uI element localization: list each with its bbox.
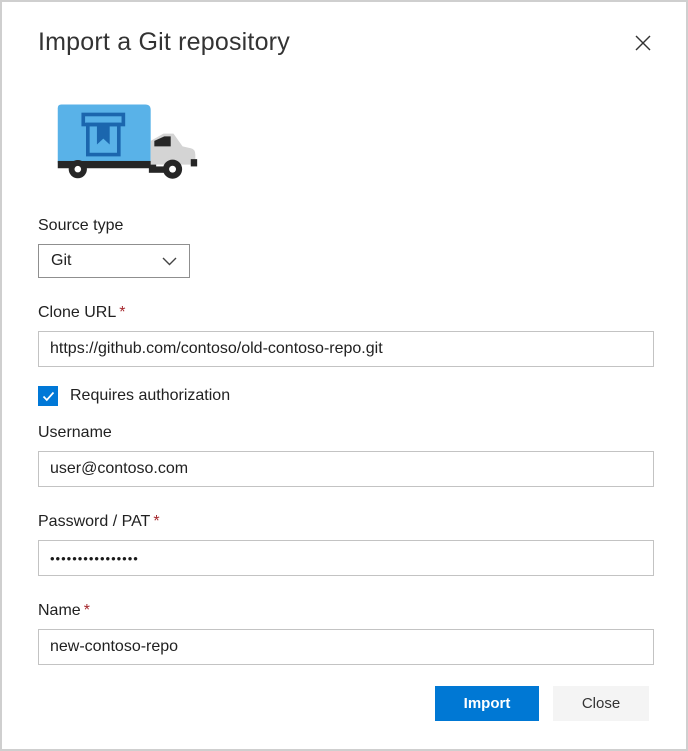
close-button[interactable]: Close xyxy=(553,686,649,721)
clone-url-label-text: Clone URL xyxy=(38,304,116,321)
chevron-down-icon xyxy=(162,257,177,266)
username-input[interactable] xyxy=(38,451,654,487)
close-x-icon xyxy=(634,34,652,52)
required-marker: * xyxy=(119,304,125,321)
password-label-text: Password / PAT xyxy=(38,513,150,530)
username-field: Username xyxy=(38,424,650,487)
required-marker: * xyxy=(153,513,159,530)
check-icon xyxy=(42,391,55,402)
import-git-repository-dialog: Import a Git repository xyxy=(0,0,688,751)
password-input[interactable] xyxy=(38,540,654,576)
name-label: Name* xyxy=(38,602,650,620)
name-input[interactable] xyxy=(38,629,654,665)
import-button[interactable]: Import xyxy=(435,686,539,721)
requires-authorization-checkbox[interactable] xyxy=(38,386,58,406)
clone-url-input[interactable] xyxy=(38,331,654,367)
source-type-select[interactable]: Git xyxy=(38,244,190,278)
username-label: Username xyxy=(38,424,650,442)
name-label-text: Name xyxy=(38,602,81,619)
password-field: Password / PAT* xyxy=(38,513,650,576)
requires-authorization-label: Requires authorization xyxy=(70,387,230,405)
truck-illustration xyxy=(54,99,650,181)
source-type-label: Source type xyxy=(38,217,650,235)
dialog-title: Import a Git repository xyxy=(38,28,290,57)
requires-authorization-row[interactable]: Requires authorization xyxy=(38,386,650,406)
source-type-field: Source type Git xyxy=(38,217,650,278)
clone-url-field: Clone URL* xyxy=(38,304,650,367)
source-type-selected-value: Git xyxy=(51,252,71,270)
dialog-footer: Import Close xyxy=(435,686,649,721)
required-marker: * xyxy=(84,602,90,619)
password-label: Password / PAT* xyxy=(38,513,650,531)
delivery-truck-icon xyxy=(54,99,200,181)
clone-url-label: Clone URL* xyxy=(38,304,650,322)
close-icon[interactable] xyxy=(630,30,656,56)
dialog-header: Import a Git repository xyxy=(38,2,650,57)
name-field: Name* xyxy=(38,602,650,665)
